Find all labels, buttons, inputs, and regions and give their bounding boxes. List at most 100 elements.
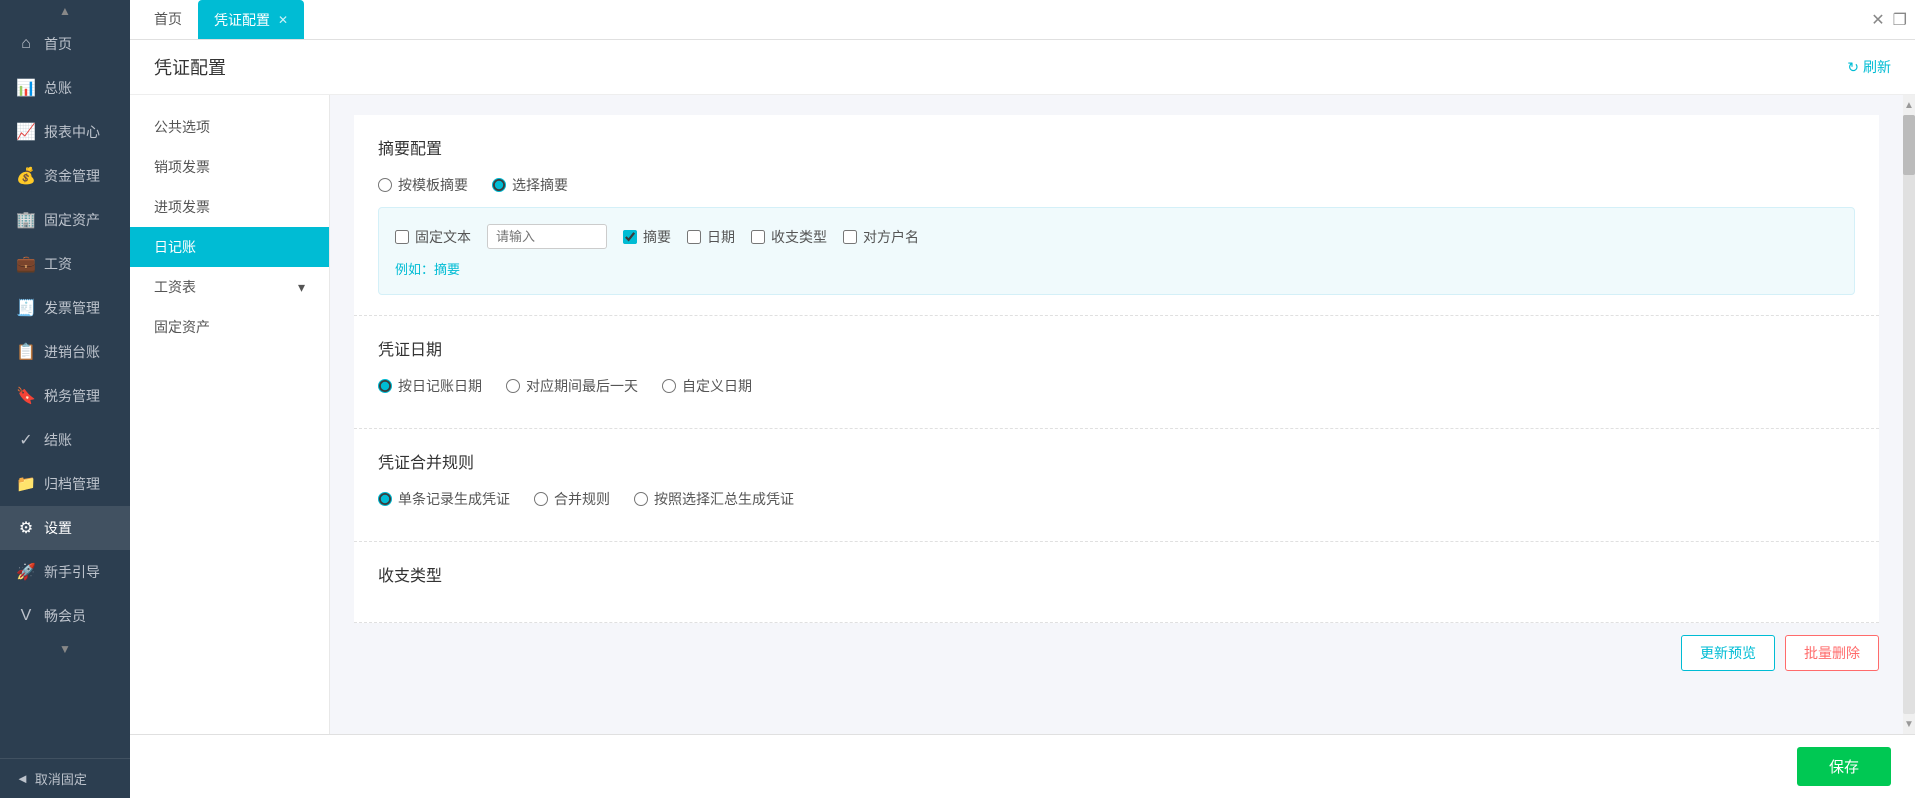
left-nav-public-options-label: 公共选项	[154, 117, 210, 137]
custom-date-radio[interactable]	[662, 379, 676, 393]
sidebar-item-fixed-assets[interactable]: 🏢 固定资产	[0, 198, 130, 242]
fixed-text-option[interactable]: 固定文本	[395, 227, 471, 247]
income-type-option[interactable]: 收支类型	[751, 227, 827, 247]
refresh-icon: ↻	[1847, 59, 1859, 76]
sidebar-item-tax-management[interactable]: 🔖 税务管理	[0, 374, 130, 418]
left-nav-sales-invoice[interactable]: 销项发票	[130, 147, 329, 187]
sidebar-item-general-ledger[interactable]: 📊 总账	[0, 66, 130, 110]
income-expense-section: 收支类型	[354, 542, 1879, 623]
single-record-label: 单条记录生成凭证	[398, 489, 510, 509]
chart-icon: 📊	[16, 78, 36, 98]
sidebar-item-purchase-sales[interactable]: 📋 进销台账	[0, 330, 130, 374]
left-nav-purchase-invoice[interactable]: 进项发票	[130, 187, 329, 227]
refresh-button[interactable]: ↻ 刷新	[1847, 57, 1891, 77]
sidebar-item-vip[interactable]: V 畅会员	[0, 594, 130, 638]
sidebar-item-fund-management-label: 资金管理	[44, 166, 100, 186]
by-journal-date-radio[interactable]	[378, 379, 392, 393]
select-abstract-label: 选择摘要	[512, 175, 568, 195]
by-selection-label: 按照选择汇总生成凭证	[654, 489, 794, 509]
template-abstract-option[interactable]: 按模板摘要	[378, 175, 468, 195]
select-abstract-option[interactable]: 选择摘要	[492, 175, 568, 195]
sidebar-item-payroll[interactable]: 💼 工资	[0, 242, 130, 286]
sidebar-item-beginner-guide[interactable]: 🚀 新手引导	[0, 550, 130, 594]
update-preview-button[interactable]: 更新预览	[1681, 635, 1775, 671]
sidebar-item-purchase-sales-label: 进销台账	[44, 342, 100, 362]
by-journal-date-option[interactable]: 按日记账日期	[378, 376, 482, 396]
income-type-checkbox[interactable]	[751, 230, 765, 244]
single-record-radio[interactable]	[378, 492, 392, 506]
sidebar-item-fund-management[interactable]: 💰 资金管理	[0, 154, 130, 198]
by-selection-radio[interactable]	[634, 492, 648, 506]
tab-home[interactable]: 首页	[138, 0, 198, 39]
sidebar-item-invoice-management[interactable]: 🧾 发票管理	[0, 286, 130, 330]
guide-icon: 🚀	[16, 562, 36, 582]
sidebar-item-home[interactable]: ⌂ 首页	[0, 22, 130, 66]
left-nav-sales-invoice-label: 销项发票	[154, 157, 210, 177]
left-nav-payroll-table[interactable]: 工资表 ▾	[130, 267, 329, 307]
left-nav-public-options[interactable]: 公共选项	[130, 107, 329, 147]
refresh-label: 刷新	[1863, 57, 1891, 77]
by-selection-option[interactable]: 按照选择汇总生成凭证	[634, 489, 794, 509]
sidebar-item-payroll-label: 工资	[44, 254, 72, 274]
left-nav-payroll-table-label: 工资表	[154, 277, 196, 297]
sidebar-unpin-button[interactable]: ◄ 取消固定	[0, 758, 130, 798]
page-title: 凭证配置	[154, 54, 226, 80]
left-nav: 公共选项 销项发票 进项发票 日记账 工资表 ▾ 固定资产	[130, 95, 330, 734]
home-tab-label: 首页	[154, 9, 182, 29]
close-window-icon[interactable]: ✕	[1871, 10, 1884, 30]
voucher-merge-group: 单条记录生成凭证 合并规则 按照选择汇总生成凭证	[378, 489, 1855, 509]
last-day-of-period-option[interactable]: 对应期间最后一天	[506, 376, 638, 396]
tab-voucher-config[interactable]: 凭证配置 ✕	[198, 0, 304, 39]
sidebar-item-archive-management[interactable]: 📁 归档管理	[0, 462, 130, 506]
sidebar-scroll-up[interactable]: ▲	[0, 0, 130, 22]
select-abstract-radio[interactable]	[492, 178, 506, 192]
counterpart-name-label: 对方户名	[863, 227, 919, 247]
abstract-checkbox[interactable]	[623, 230, 637, 244]
sidebar-item-settlement[interactable]: ✓ 结账	[0, 418, 130, 462]
sidebar-item-tax-management-label: 税务管理	[44, 386, 100, 406]
restore-window-icon[interactable]: ❐	[1893, 10, 1907, 30]
counterpart-name-checkbox[interactable]	[843, 230, 857, 244]
merge-rule-option[interactable]: 合并规则	[534, 489, 610, 509]
last-day-of-period-label: 对应期间最后一天	[526, 376, 638, 396]
single-record-option[interactable]: 单条记录生成凭证	[378, 489, 510, 509]
abstract-option[interactable]: 摘要	[623, 227, 671, 247]
scroll-thumb[interactable]	[1903, 115, 1915, 175]
sidebar-item-archive-management-label: 归档管理	[44, 474, 100, 494]
last-day-of-period-radio[interactable]	[506, 379, 520, 393]
batch-delete-button[interactable]: 批量删除	[1785, 635, 1879, 671]
left-nav-fixed-assets[interactable]: 固定资产	[130, 307, 329, 347]
abstract-config-section: 摘要配置 按模板摘要 选择摘要	[354, 115, 1879, 316]
example-prefix: 例如：	[395, 262, 434, 277]
tax-icon: 🔖	[16, 386, 36, 406]
tab-bar: 首页 凭证配置 ✕ ✕ ❐	[130, 0, 1915, 40]
counterpart-name-option[interactable]: 对方户名	[843, 227, 919, 247]
payroll-icon: 💼	[16, 254, 36, 274]
abstract-mode-group: 按模板摘要 选择摘要	[378, 175, 1855, 195]
vip-icon: V	[16, 607, 36, 625]
merge-rule-radio[interactable]	[534, 492, 548, 506]
date-option[interactable]: 日期	[687, 227, 735, 247]
date-checkbox[interactable]	[687, 230, 701, 244]
custom-date-option[interactable]: 自定义日期	[662, 376, 752, 396]
scroll-up-button[interactable]: ▲	[1903, 95, 1915, 115]
sidebar-item-settings[interactable]: ⚙ 设置	[0, 506, 130, 550]
template-abstract-radio[interactable]	[378, 178, 392, 192]
tab-bar-actions: ✕ ❐	[1871, 10, 1907, 30]
sidebar-item-report-center[interactable]: 📈 报表中心	[0, 110, 130, 154]
fixed-text-input[interactable]	[487, 224, 607, 249]
scroll-track[interactable]	[1903, 115, 1915, 714]
save-button[interactable]: 保存	[1797, 747, 1891, 786]
voucher-config-tab-label: 凭证配置	[214, 10, 270, 30]
income-type-label: 收支类型	[771, 227, 827, 247]
sidebar-scroll-down[interactable]: ▼	[0, 638, 130, 660]
left-nav-journal[interactable]: 日记账	[130, 227, 329, 267]
home-icon: ⌂	[16, 35, 36, 53]
by-journal-date-label: 按日记账日期	[398, 376, 482, 396]
tab-close-icon[interactable]: ✕	[278, 13, 288, 27]
sidebar-item-invoice-management-label: 发票管理	[44, 298, 100, 318]
fixed-text-checkbox[interactable]	[395, 230, 409, 244]
scroll-down-button[interactable]: ▼	[1903, 714, 1915, 734]
outer-scrollbar[interactable]: ▲ ▼	[1903, 95, 1915, 734]
custom-date-label: 自定义日期	[682, 376, 752, 396]
